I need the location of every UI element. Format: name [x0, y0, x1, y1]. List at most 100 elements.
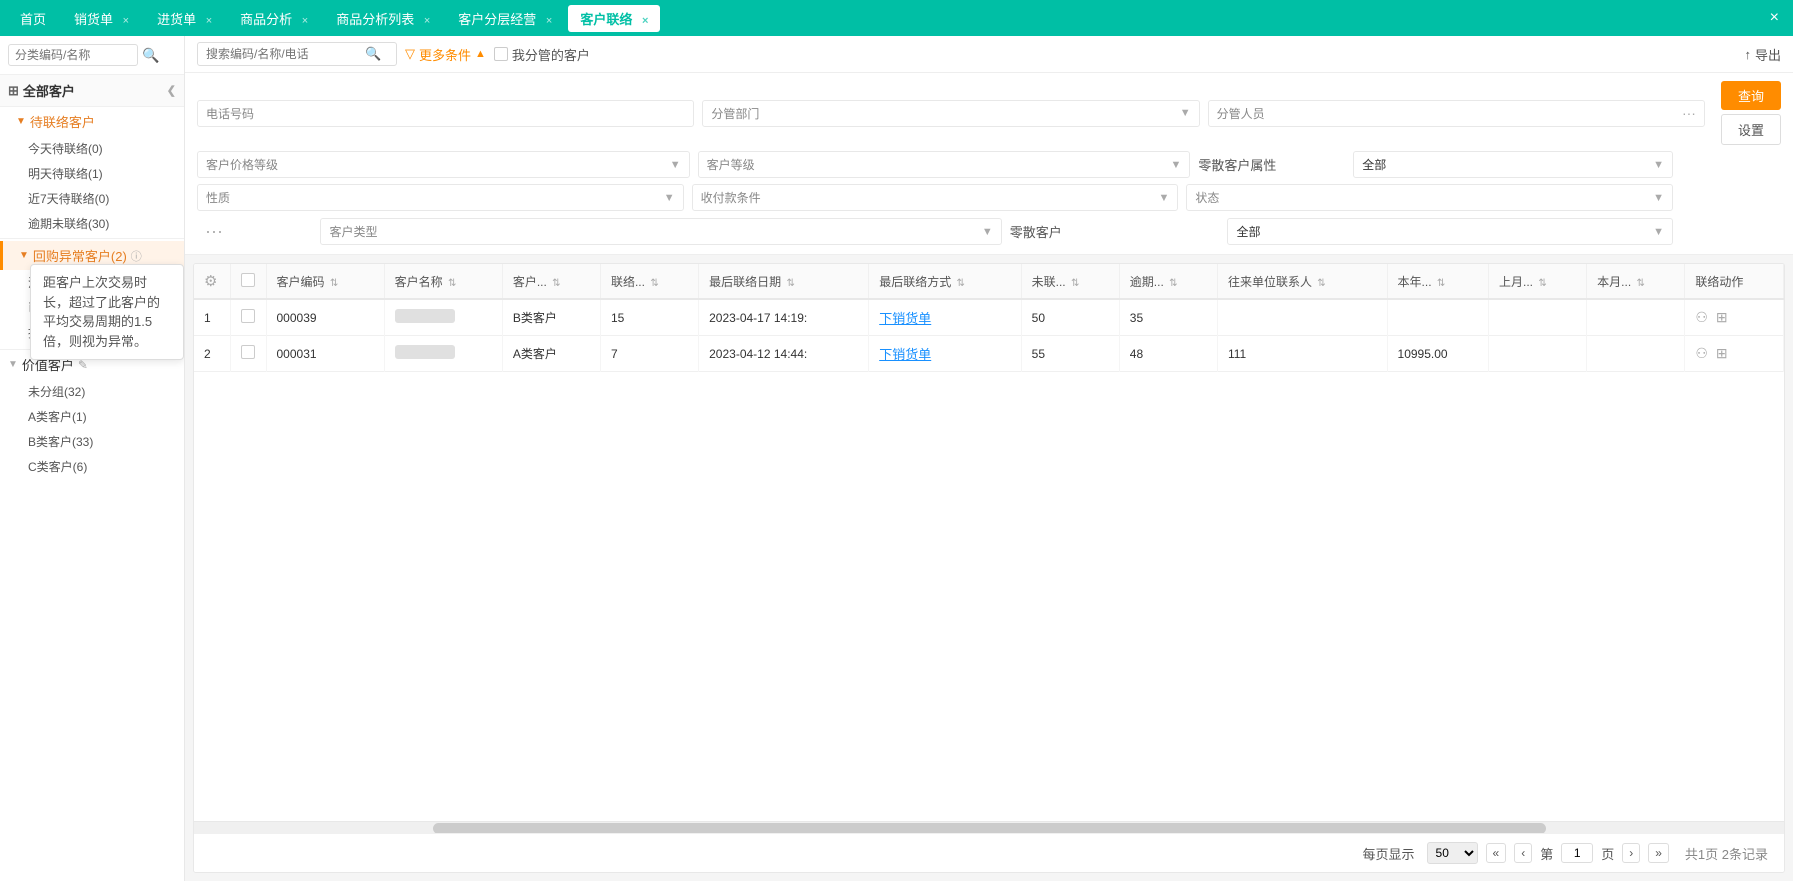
th-type[interactable]: 客户... ⇅	[502, 264, 600, 299]
sort-contact-icon: ⇅	[650, 278, 658, 289]
sidebar-item-today-pending[interactable]: 今天待联络(0)	[0, 136, 184, 161]
th-overdue[interactable]: 逾期... ⇅	[1119, 264, 1217, 299]
sidebar-item-class-a[interactable]: A类客户(1)	[0, 404, 184, 429]
filter-retail-value: 全部	[1236, 223, 1260, 240]
window-close-button[interactable]: ×	[1764, 7, 1785, 29]
td-cp-1	[1217, 299, 1387, 336]
filter-customer-level[interactable]: 客户等级 ▼	[698, 151, 1191, 178]
next-page-btn[interactable]: ›	[1622, 843, 1640, 863]
th-code[interactable]: 客户编码 ⇅	[266, 264, 384, 299]
td-code-2: 000031	[266, 336, 384, 372]
filter-payment-arrow[interactable]: ▼	[1158, 192, 1169, 204]
filter-nature-arrow[interactable]: ▼	[664, 192, 675, 204]
sidebar-group-pending[interactable]: ▼ 待联络客户	[0, 107, 184, 136]
last-page-btn[interactable]: »	[1648, 843, 1669, 863]
th-name[interactable]: 客户名称 ⇅	[384, 264, 502, 299]
sidebar-item-tomorrow-pending[interactable]: 明天待联络(1)	[0, 161, 184, 186]
nav-purchase[interactable]: 进货单 ×	[145, 5, 224, 32]
table-row[interactable]: 1 000039 B类客户 15 2023-04-17 14:19: 下销货单 …	[194, 299, 1784, 336]
th-last-contact-date[interactable]: 最后联络日期 ⇅	[699, 264, 869, 299]
filter-price-level-arrow[interactable]: ▼	[670, 159, 681, 171]
filter-price-level[interactable]: 客户价格等级 ▼	[197, 151, 690, 178]
filter-dept-arrow[interactable]: ▼	[1180, 107, 1191, 119]
th-last-month[interactable]: 上月... ⇅	[1489, 264, 1587, 299]
close-customer-tier-icon[interactable]: ×	[546, 15, 552, 27]
filter-retail-attr-select[interactable]: 全部 ▼	[1353, 151, 1673, 178]
filter-extra-dots[interactable]: ···	[197, 217, 312, 246]
filter-retail-attr-arrow[interactable]: ▼	[1653, 159, 1664, 171]
nav-product-analysis[interactable]: 商品分析 ×	[228, 5, 320, 32]
page-number-input[interactable]	[1561, 843, 1593, 863]
th-contact[interactable]: 联络... ⇅	[600, 264, 698, 299]
th-this-month[interactable]: 本月... ⇅	[1587, 264, 1685, 299]
filter-customer-type-arrow[interactable]: ▼	[982, 226, 993, 238]
sidebar-item-class-b[interactable]: B类客户(33)	[0, 429, 184, 454]
filter-status[interactable]: 状态 ▼	[1186, 184, 1673, 211]
nav-product-analysis-list[interactable]: 商品分析列表 ×	[324, 5, 442, 32]
total-label: 共1页 2条记录	[1685, 844, 1768, 863]
main-search-input[interactable]	[206, 47, 361, 61]
sidebar-item-unclassified[interactable]: 未分组(32)	[0, 379, 184, 404]
filter-person[interactable]: 分管人员 ···	[1208, 100, 1705, 127]
th-last-contact-method[interactable]: 最后联络方式 ⇅	[869, 264, 1021, 299]
link-method-1[interactable]: 下销货单	[879, 311, 931, 326]
more-conditions-btn[interactable]: ▽ 更多条件 ▲	[405, 45, 486, 64]
table-select-all-checkbox[interactable]	[241, 273, 255, 287]
horizontal-scrollbar[interactable]	[194, 821, 1784, 833]
close-product-analysis-icon[interactable]: ×	[302, 15, 308, 27]
td-name-2	[384, 336, 502, 372]
query-button[interactable]: 查询	[1721, 81, 1781, 110]
settings-button[interactable]: 设置	[1721, 114, 1781, 145]
sidebar-search-icon[interactable]: 🔍	[142, 47, 159, 64]
filter-phone[interactable]: 电话号码	[197, 100, 694, 127]
my-customers-checkbox[interactable]	[494, 47, 508, 61]
first-page-btn[interactable]: «	[1486, 843, 1507, 863]
filter-nature[interactable]: 性质 ▼	[197, 184, 684, 211]
th-contact-person[interactable]: 往来单位联系人 ⇅	[1217, 264, 1387, 299]
per-page-select[interactable]: 50 20 100	[1427, 842, 1478, 864]
close-customer-contact-icon[interactable]: ×	[642, 15, 648, 27]
filter-payment-label: 收付款条件	[701, 189, 761, 206]
action-grid-icon-1[interactable]: ⊞	[1716, 309, 1728, 326]
action-link-icon-1[interactable]: ⚇	[1695, 309, 1708, 326]
nav-customer-tier[interactable]: 客户分层经营 ×	[446, 5, 564, 32]
sidebar-all-customers[interactable]: ⊞ 全部客户 ❮	[0, 75, 184, 107]
nav-home[interactable]: 首页	[8, 5, 58, 32]
row2-checkbox[interactable]	[241, 345, 255, 359]
table-gear-icon[interactable]: ⚙	[204, 273, 217, 290]
nav-customer-contact[interactable]: 客户联络 ×	[568, 5, 660, 32]
filter-retail-select[interactable]: 全部 ▼	[1227, 218, 1673, 245]
prev-page-btn[interactable]: ‹	[1514, 843, 1532, 863]
my-customers-filter[interactable]: 我分管的客户	[494, 45, 590, 64]
td-name-1	[384, 299, 502, 336]
filter-status-arrow[interactable]: ▼	[1653, 192, 1664, 204]
close-product-analysis-list-icon[interactable]: ×	[424, 15, 430, 27]
table-scroll-area[interactable]: ⚙ 客户编码 ⇅ 客户名称 ⇅ 客户... ⇅ 联络... ⇅ 最后联络日期 ⇅…	[194, 264, 1784, 821]
filter-retail-arrow[interactable]: ▼	[1653, 226, 1664, 238]
link-method-2[interactable]: 下销货单	[879, 347, 931, 362]
th-uncontacted[interactable]: 未联... ⇅	[1021, 264, 1119, 299]
sidebar-item-overdue-pending[interactable]: 逾期未联络(30)	[0, 211, 184, 236]
filter-person-dots[interactable]: ···	[1682, 105, 1696, 121]
nav-sales[interactable]: 销货单 ×	[62, 5, 141, 32]
sidebar-item-7days-pending[interactable]: 近7天待联络(0)	[0, 186, 184, 211]
extra-dots-icon[interactable]: ···	[205, 221, 223, 242]
th-this-year[interactable]: 本年... ⇅	[1387, 264, 1488, 299]
sort-lcd-icon: ⇅	[786, 278, 794, 289]
main-search-icon[interactable]: 🔍	[365, 46, 381, 62]
table-row[interactable]: 2 000031 A类客户 7 2023-04-12 14:44: 下销货单 5…	[194, 336, 1784, 372]
export-button[interactable]: ↑ 导出	[1744, 45, 1781, 64]
filter-customer-level-arrow[interactable]: ▼	[1170, 159, 1181, 171]
filter-payment[interactable]: 收付款条件 ▼	[692, 184, 1179, 211]
close-sales-icon[interactable]: ×	[123, 15, 129, 27]
row1-checkbox[interactable]	[241, 309, 255, 323]
action-grid-icon-2[interactable]: ⊞	[1716, 345, 1728, 362]
filter-customer-type[interactable]: 客户类型 ▼	[320, 218, 1001, 245]
sidebar-search-input[interactable]	[8, 44, 138, 66]
filter-dept[interactable]: 分管部门 ▼	[702, 100, 1199, 127]
action-link-icon-2[interactable]: ⚇	[1695, 345, 1708, 362]
close-purchase-icon[interactable]: ×	[206, 15, 212, 27]
sidebar-item-class-c[interactable]: C类客户(6)	[0, 454, 184, 479]
td-lcm-1[interactable]: 下销货单	[869, 299, 1021, 336]
td-lcm-2[interactable]: 下销货单	[869, 336, 1021, 372]
